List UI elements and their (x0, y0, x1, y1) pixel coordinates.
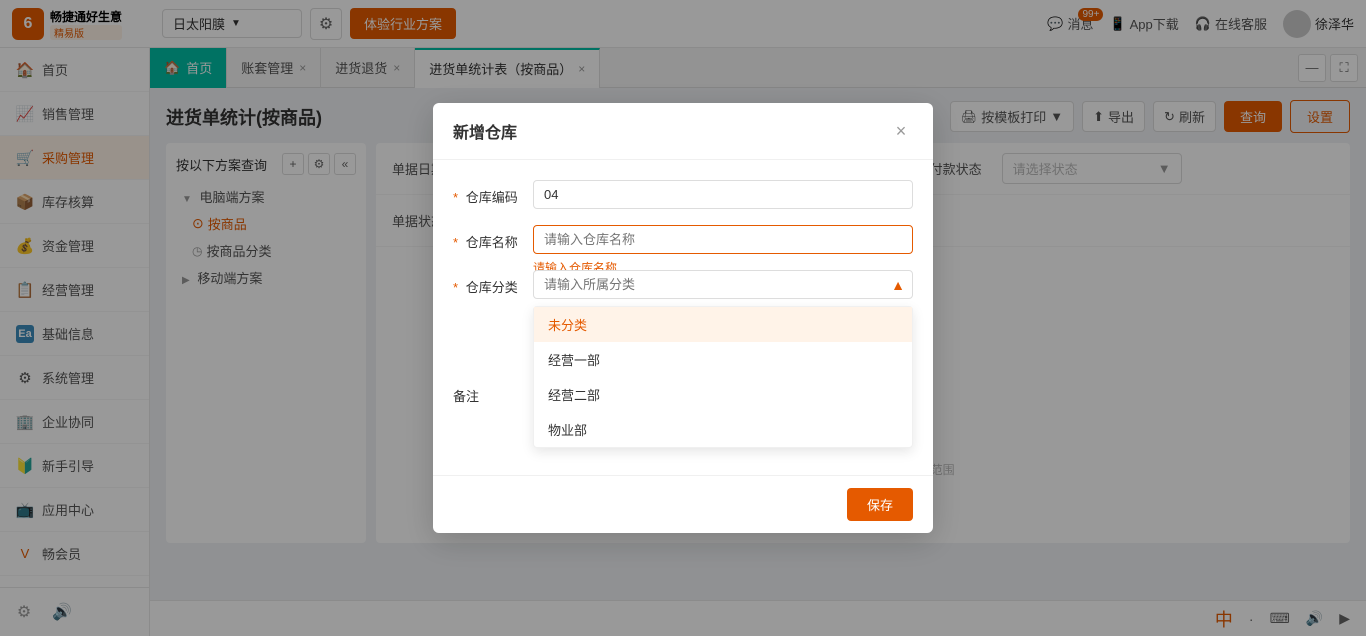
dropdown-item-uncategorized[interactable]: 未分类 (534, 307, 912, 342)
modal-header: 新增仓库 × (433, 103, 933, 160)
chevron-up-icon: ▲ (891, 277, 905, 293)
new-warehouse-modal: 新增仓库 × * 仓库编码 * 仓库名称 请输入仓库名称 (433, 103, 933, 533)
code-input[interactable] (533, 180, 913, 209)
name-field: * 仓库名称 请输入仓库名称 (453, 225, 913, 254)
modal-close-button[interactable]: × (889, 119, 913, 143)
modal-footer: 保存 (433, 475, 933, 533)
modal-body: * 仓库编码 * 仓库名称 请输入仓库名称 * 仓库分类 (433, 160, 933, 475)
name-label: * 仓库名称 (453, 225, 533, 251)
category-label: * 仓库分类 (453, 270, 533, 296)
dropdown-item-dept2[interactable]: 经营二部 (534, 377, 912, 412)
category-field: * 仓库分类 ▲ 未分类 经营一部 经营二部 物业部 (453, 270, 913, 299)
modal-overlay[interactable]: 新增仓库 × * 仓库编码 * 仓库名称 请输入仓库名称 (0, 0, 1366, 636)
note-label: 备注 (453, 379, 533, 405)
category-input[interactable] (533, 270, 913, 299)
code-field: * 仓库编码 (453, 180, 913, 209)
dropdown-item-dept3[interactable]: 物业部 (534, 412, 912, 447)
dropdown-item-dept1[interactable]: 经营一部 (534, 342, 912, 377)
save-button[interactable]: 保存 (847, 488, 913, 521)
modal-title: 新增仓库 (453, 119, 517, 143)
category-dropdown: 未分类 经营一部 经营二部 物业部 (533, 306, 913, 448)
code-label: * 仓库编码 (453, 180, 533, 206)
category-select-wrap: ▲ (533, 270, 913, 299)
name-input[interactable] (533, 225, 913, 254)
